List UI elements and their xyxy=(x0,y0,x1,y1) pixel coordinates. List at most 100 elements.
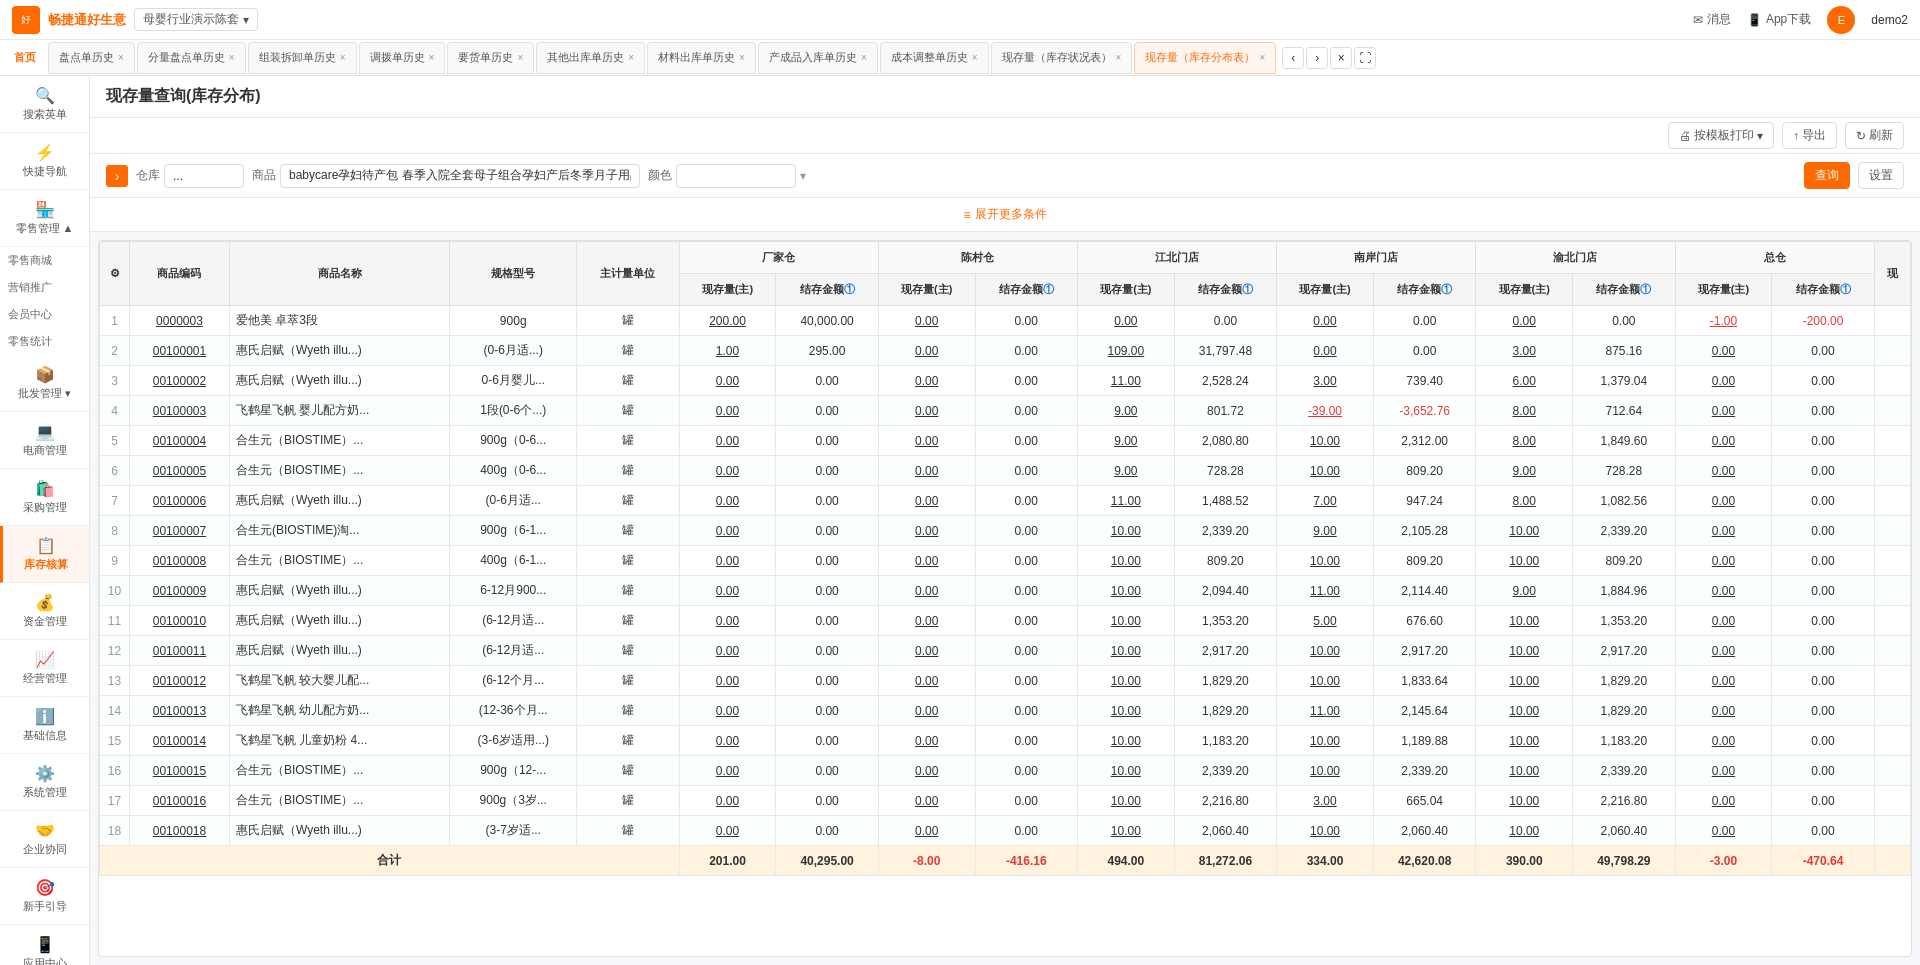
sidebar-item-inventory[interactable]: 📋 库存核算 xyxy=(0,526,89,583)
total-qty[interactable]: 0.00 xyxy=(1675,666,1772,696)
export-btn[interactable]: ↑ 导出 xyxy=(1782,122,1837,149)
cc-qty[interactable]: 0.00 xyxy=(878,576,975,606)
jb-qty[interactable]: 10.00 xyxy=(1077,756,1174,786)
cc-qty[interactable]: 0.00 xyxy=(878,636,975,666)
cc-qty[interactable]: 0.00 xyxy=(878,726,975,756)
jb-qty[interactable]: 10.00 xyxy=(1077,606,1174,636)
app-download-btn[interactable]: 📱 App下载 xyxy=(1747,11,1811,28)
sidebar-item-guide[interactable]: 🎯 新手引导 xyxy=(0,868,89,925)
tab-cost-adjust-history[interactable]: 成本调整单历史× xyxy=(880,42,989,74)
yb-qty[interactable]: 10.00 xyxy=(1476,696,1573,726)
product-code[interactable]: 00100001 xyxy=(130,336,230,366)
sidebar-item-member[interactable]: 会员中心 xyxy=(0,301,89,328)
sidebar-item-finance[interactable]: 💰 资金管理 xyxy=(0,583,89,640)
na-qty[interactable]: 0.00 xyxy=(1277,336,1374,366)
na-qty[interactable]: 10.00 xyxy=(1277,456,1374,486)
refresh-btn[interactable]: ↻ 刷新 xyxy=(1845,122,1904,149)
na-qty[interactable]: 10.00 xyxy=(1277,816,1374,846)
total-qty[interactable]: 0.00 xyxy=(1675,726,1772,756)
na-qty[interactable]: 11.00 xyxy=(1277,576,1374,606)
fac-qty[interactable]: 0.00 xyxy=(679,816,776,846)
tab-material-out-history[interactable]: 材料出库单历史× xyxy=(647,42,756,74)
jb-qty[interactable]: 109.00 xyxy=(1077,336,1174,366)
total-qty[interactable]: 0.00 xyxy=(1675,336,1772,366)
yb-qty[interactable]: 10.00 xyxy=(1476,786,1573,816)
close-icon[interactable]: × xyxy=(229,52,235,63)
product-code[interactable]: 00100007 xyxy=(130,516,230,546)
na-qty[interactable]: 10.00 xyxy=(1277,426,1374,456)
jb-qty[interactable]: 10.00 xyxy=(1077,786,1174,816)
product-code[interactable]: 00100004 xyxy=(130,426,230,456)
total-qty[interactable]: 0.00 xyxy=(1675,636,1772,666)
sidebar-item-retail[interactable]: 🏪 零售管理 ▲ xyxy=(0,190,89,247)
total-qty[interactable]: 0.00 xyxy=(1675,606,1772,636)
total-qty[interactable]: 0.00 xyxy=(1675,396,1772,426)
na-qty[interactable]: 3.00 xyxy=(1277,786,1374,816)
na-qty[interactable]: 10.00 xyxy=(1277,546,1374,576)
fac-qty[interactable]: 0.00 xyxy=(679,606,776,636)
jb-qty[interactable]: 10.00 xyxy=(1077,636,1174,666)
total-qty[interactable]: 0.00 xyxy=(1675,786,1772,816)
total-qty[interactable]: 0.00 xyxy=(1675,756,1772,786)
yb-qty[interactable]: 0.00 xyxy=(1476,306,1573,336)
jb-qty[interactable]: 10.00 xyxy=(1077,696,1174,726)
yb-qty[interactable]: 8.00 xyxy=(1476,396,1573,426)
tab-prev-btn[interactable]: ‹ xyxy=(1282,47,1304,69)
tab-home[interactable]: 首页 xyxy=(4,42,46,74)
fac-qty[interactable]: 0.00 xyxy=(679,576,776,606)
jb-qty[interactable]: 10.00 xyxy=(1077,576,1174,606)
tab-expand-btn[interactable]: ⛶ xyxy=(1354,47,1376,69)
sidebar-item-app-center[interactable]: 📱 应用中心 xyxy=(0,925,89,965)
fac-qty[interactable]: 0.00 xyxy=(679,756,776,786)
fac-qty[interactable]: 0.00 xyxy=(679,516,776,546)
yb-qty[interactable]: 3.00 xyxy=(1476,336,1573,366)
cc-qty[interactable]: 0.00 xyxy=(878,306,975,336)
close-icon[interactable]: × xyxy=(340,52,346,63)
sidebar-item-management[interactable]: 📈 经营管理 xyxy=(0,640,89,697)
close-icon[interactable]: × xyxy=(1116,52,1122,63)
close-icon[interactable]: × xyxy=(972,52,978,63)
yb-qty[interactable]: 10.00 xyxy=(1476,666,1573,696)
product-code[interactable]: 0000003 xyxy=(130,306,230,336)
total-qty[interactable]: 0.00 xyxy=(1675,576,1772,606)
yb-qty[interactable]: 9.00 xyxy=(1476,456,1573,486)
close-icon[interactable]: × xyxy=(118,52,124,63)
cc-qty[interactable]: 0.00 xyxy=(878,426,975,456)
jb-qty[interactable]: 0.00 xyxy=(1077,306,1174,336)
fac-qty[interactable]: 0.00 xyxy=(679,786,776,816)
sidebar-item-retail-stats[interactable]: 零售统计 xyxy=(0,328,89,355)
user-avatar[interactable]: E xyxy=(1827,6,1855,34)
na-qty[interactable]: 5.00 xyxy=(1277,606,1374,636)
tab-fenliang-history[interactable]: 分量盘点单历史× xyxy=(137,42,246,74)
jb-qty[interactable]: 10.00 xyxy=(1077,726,1174,756)
total-qty[interactable]: -1.00 xyxy=(1675,306,1772,336)
tab-inventory-dist[interactable]: 现存量（库存分布表）× xyxy=(1134,42,1276,74)
settings-col-header[interactable]: ⚙ xyxy=(100,242,130,306)
tab-product-in-history[interactable]: 产成品入库单历史× xyxy=(758,42,878,74)
na-qty[interactable]: 10.00 xyxy=(1277,726,1374,756)
yb-qty[interactable]: 8.00 xyxy=(1476,426,1573,456)
fac-qty[interactable]: 0.00 xyxy=(679,666,776,696)
na-qty[interactable]: 10.00 xyxy=(1277,756,1374,786)
cc-qty[interactable]: 0.00 xyxy=(878,606,975,636)
sidebar-item-marketing[interactable]: 营销推广 xyxy=(0,274,89,301)
total-qty[interactable]: 0.00 xyxy=(1675,816,1772,846)
tab-next-btn[interactable]: › xyxy=(1306,47,1328,69)
jb-qty[interactable]: 9.00 xyxy=(1077,396,1174,426)
product-code[interactable]: 00100008 xyxy=(130,546,230,576)
tab-inventory-status[interactable]: 现存量（库存状况表）× xyxy=(991,42,1133,74)
total-qty[interactable]: 0.00 xyxy=(1675,366,1772,396)
fac-qty[interactable]: 0.00 xyxy=(679,426,776,456)
total-qty[interactable]: 0.00 xyxy=(1675,696,1772,726)
cc-qty[interactable]: 0.00 xyxy=(878,786,975,816)
product-code[interactable]: 00100018 xyxy=(130,816,230,846)
sidebar-item-wholesale[interactable]: 📦 批发管理 ▾ xyxy=(0,355,89,412)
total-qty[interactable]: 0.00 xyxy=(1675,546,1772,576)
cc-qty[interactable]: 0.00 xyxy=(878,396,975,426)
yb-qty[interactable]: 10.00 xyxy=(1476,756,1573,786)
sidebar-item-search[interactable]: 🔍 搜索英单 xyxy=(0,76,89,133)
tab-other-out-history[interactable]: 其他出库单历史× xyxy=(536,42,645,74)
cc-qty[interactable]: 0.00 xyxy=(878,816,975,846)
query-btn[interactable]: 查询 xyxy=(1804,162,1850,189)
color-input[interactable] xyxy=(676,164,796,188)
